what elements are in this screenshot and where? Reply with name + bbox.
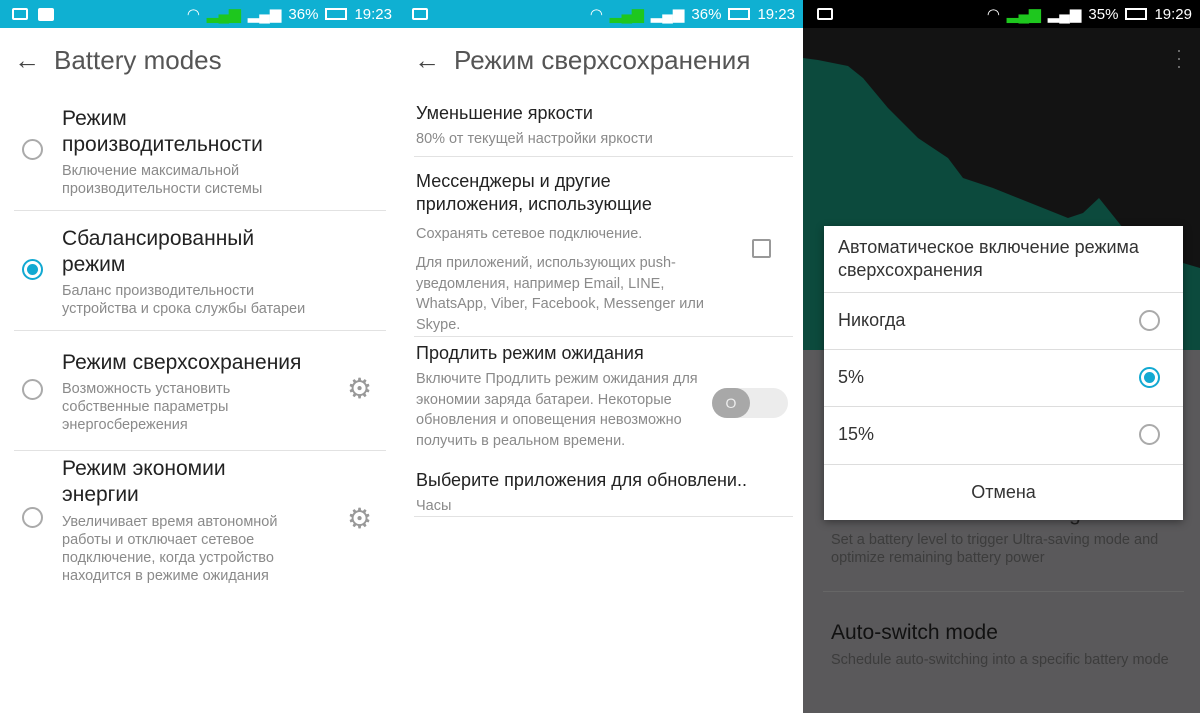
setting-desc: Сохранять сетевое подключение. [416, 226, 643, 242]
battery-dialog-screen: ··· ◠ ▂▄▆ ▂▄▆ 35% 19:29 Auto-switch to U… [803, 0, 1200, 713]
notification-icon [817, 8, 833, 20]
setting-title: Мессенджеры и другие приложения, использ… [416, 171, 652, 214]
battery-icon [728, 8, 751, 20]
status-bar: ◠ ▂▄▆ ▂▄▆ 36% 19:23 [400, 0, 803, 28]
wifi-icon: ◠ [186, 6, 201, 23]
item-desc: Увеличивает время автономной работы и от… [62, 514, 278, 584]
wifi-icon: ◠ [986, 6, 1001, 23]
radio-15-percent[interactable] [1139, 424, 1160, 445]
extend-standby-toggle[interactable]: O [712, 388, 788, 418]
item-title: Режим экономии энергии [62, 457, 226, 506]
setting-desc: Включите Продлить режим ожидания для эко… [416, 371, 698, 449]
signal-icon: ▂▄▆ [207, 6, 241, 23]
option-15-percent[interactable]: 15% [824, 407, 1183, 463]
clock: 19:29 [1154, 5, 1192, 23]
page-title: Режим сверхсохранения [454, 44, 751, 75]
status-bar: ◠ ▂▄▆ ▂▄▆ 35% 19:29 [803, 0, 1200, 28]
signal-2-icon: ▂▄▆ [247, 6, 282, 23]
option-label: Никогда [838, 310, 906, 330]
item-desc: Set a battery level to trigger Ultra-sav… [831, 532, 1159, 566]
gear-icon[interactable]: ⚙ [347, 372, 372, 405]
option-never[interactable]: Никогда [824, 293, 1183, 349]
gear-icon[interactable]: ⚙ [347, 502, 372, 535]
dialog-title: Автоматическое включение режима сверхсох… [838, 237, 1139, 280]
back-arrow-icon[interactable]: ← [414, 45, 454, 76]
option-5-percent[interactable]: 5% [824, 350, 1183, 406]
signal-icon: ▂▄▆ [610, 6, 644, 23]
item-title: Auto-switch mode [831, 621, 998, 644]
radio-power-saving[interactable] [22, 507, 43, 528]
item-desc: Schedule auto-switching into a specific … [831, 652, 1169, 668]
item-title: Режим производительности [62, 107, 263, 156]
radio-balanced[interactable] [22, 259, 43, 280]
clock: 19:23 [757, 5, 795, 23]
battery-percent: 36% [691, 5, 722, 23]
radio-performance[interactable] [22, 139, 43, 160]
signal-2-icon: ▂▄▆ [1047, 6, 1082, 23]
setting-value: Часы [416, 498, 452, 514]
radio-ultra-saving[interactable] [22, 379, 43, 400]
notification-icon [12, 8, 28, 20]
more-options-icon[interactable]: · · · [1176, 41, 1182, 75]
setting-desc: Для приложений, использующих push-уведом… [416, 255, 704, 333]
option-label: 5% [838, 367, 865, 387]
setting-title: Выберите приложения для обновлени.. [416, 470, 747, 490]
radio-never[interactable] [1139, 310, 1160, 331]
auto-ultra-saving-dialog: Автоматическое включение режима сверхсох… [824, 226, 1183, 520]
task-icon [38, 7, 54, 21]
page-title: Battery modes [54, 44, 222, 75]
battery-icon [325, 8, 348, 20]
item-title: Сбалансированный режим [62, 227, 255, 276]
battery-icon [1125, 8, 1148, 20]
item-desc: Включение максимальной производительност… [62, 163, 263, 197]
back-arrow-icon[interactable]: ← [14, 45, 54, 76]
toggle-thumb: O [712, 388, 750, 418]
radio-5-percent[interactable] [1139, 367, 1160, 388]
setting-title: Уменьшение яркости [416, 103, 593, 123]
battery-modes-screen: ◠ ▂▄▆ ▂▄▆ 36% 19:23 ← Battery modes Режи… [0, 0, 400, 713]
setting-title: Продлить режим ожидания [416, 343, 644, 363]
item-title: Режим сверхсохранения [62, 351, 302, 374]
battery-percent: 35% [1088, 5, 1119, 23]
clock: 19:23 [354, 5, 392, 23]
item-desc: Возможность установить собственные парам… [62, 381, 231, 433]
battery-percent: 36% [288, 5, 319, 23]
messengers-checkbox[interactable] [752, 239, 771, 258]
notification-icon [412, 8, 428, 20]
wifi-icon: ◠ [589, 6, 604, 23]
item-desc: Баланс производительности устройства и с… [62, 283, 306, 317]
setting-desc: 80% от текущей настройки яркости [416, 131, 653, 147]
ultra-saving-screen: ◠ ▂▄▆ ▂▄▆ 36% 19:23 ← Режим сверхсохране… [400, 0, 803, 713]
option-label: 15% [838, 424, 875, 444]
status-bar: ◠ ▂▄▆ ▂▄▆ 36% 19:23 [0, 0, 400, 28]
cancel-button[interactable]: Отмена [824, 465, 1183, 520]
signal-2-icon: ▂▄▆ [650, 6, 685, 23]
signal-icon: ▂▄▆ [1007, 6, 1041, 23]
